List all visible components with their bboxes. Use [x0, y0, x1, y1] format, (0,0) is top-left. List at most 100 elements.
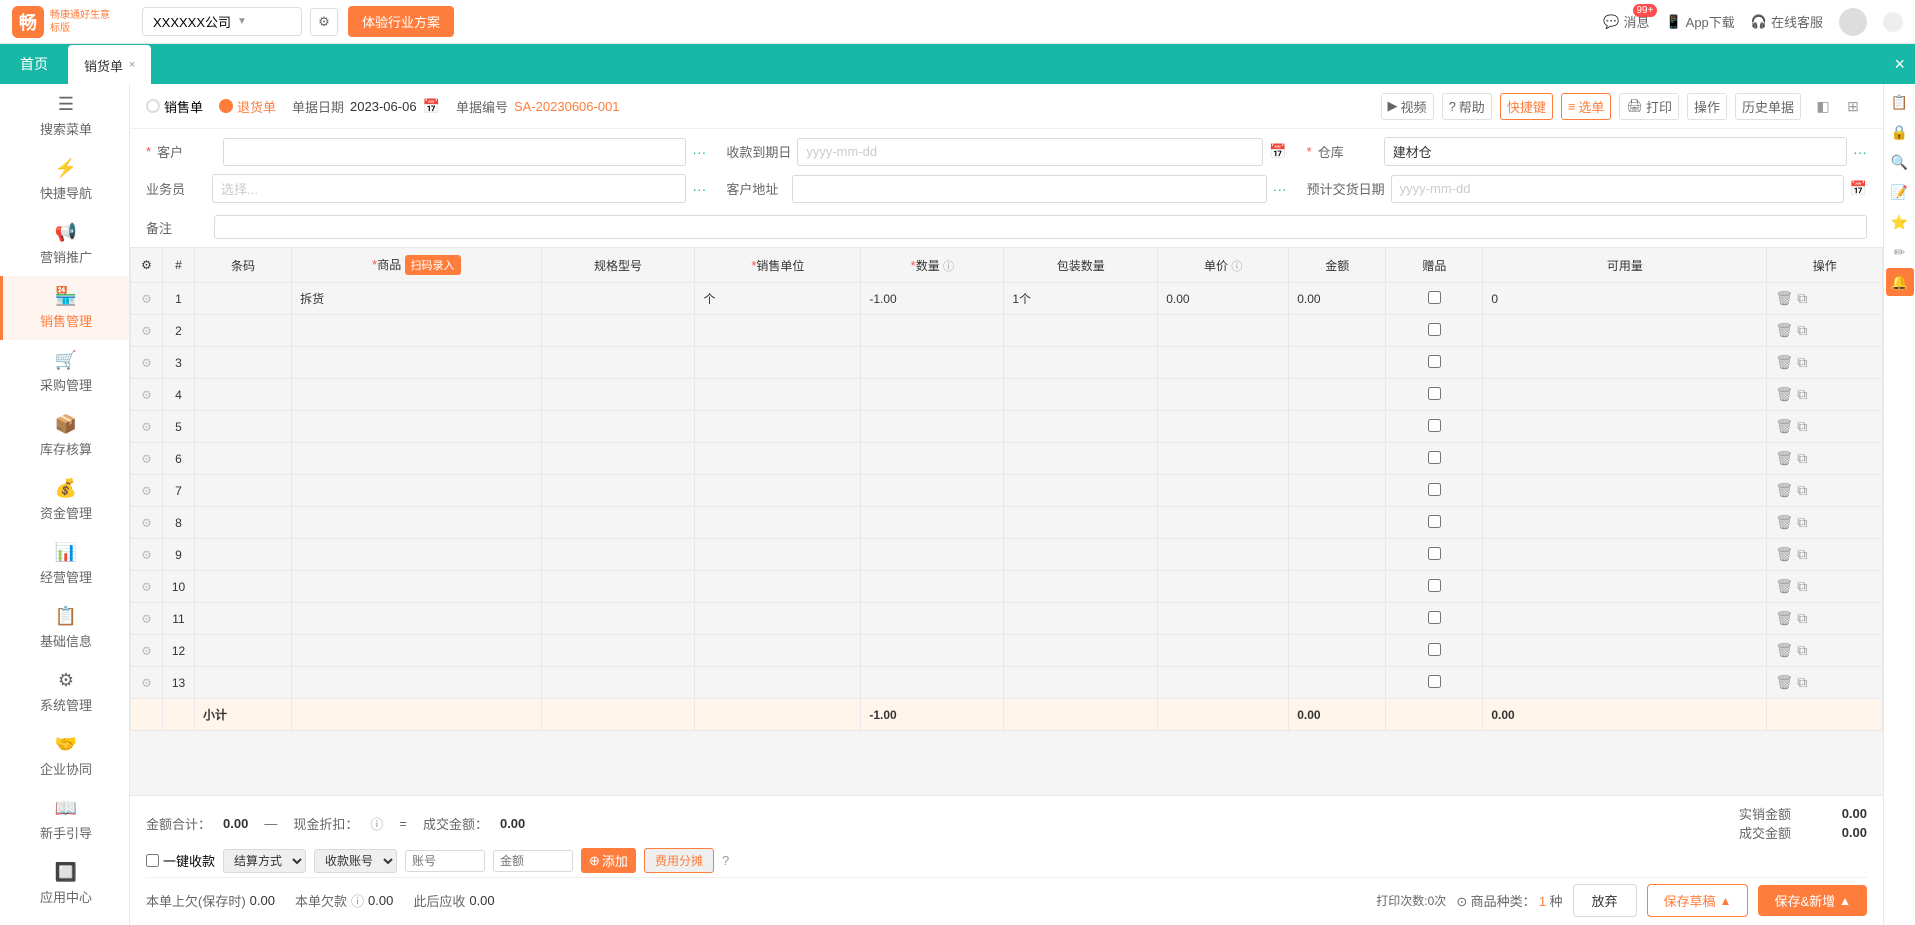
customer-more-icon[interactable]: ···	[692, 144, 706, 160]
row-spec[interactable]	[541, 635, 695, 667]
row-qty[interactable]	[861, 571, 1004, 603]
amount-input[interactable]	[493, 850, 573, 872]
sidebar-item-operations[interactable]: 📊 经营管理	[0, 532, 129, 596]
save-draft-button[interactable]: 保存草稿 ▲	[1647, 884, 1749, 917]
abandon-button[interactable]: 放弃	[1573, 884, 1637, 917]
row-barcode[interactable]	[195, 475, 292, 507]
row-settings[interactable]: ⚙	[131, 635, 163, 667]
row-spec[interactable]	[541, 475, 695, 507]
row-unit[interactable]	[695, 603, 861, 635]
row-spec[interactable]	[541, 571, 695, 603]
gift-checkbox[interactable]	[1428, 419, 1441, 432]
row-spec[interactable]	[541, 347, 695, 379]
row-barcode[interactable]	[195, 507, 292, 539]
row-amount[interactable]	[1289, 539, 1386, 571]
delete-icon[interactable]: 🗑	[1775, 610, 1793, 627]
gift-checkbox[interactable]	[1428, 515, 1441, 528]
payment-method-select[interactable]: 结算方式	[223, 849, 306, 873]
account-number-input[interactable]	[405, 850, 485, 872]
row-price[interactable]	[1158, 539, 1289, 571]
row-gift[interactable]	[1386, 283, 1483, 315]
copy-icon[interactable]: ⧉	[1797, 610, 1807, 627]
row-pkg-qty[interactable]	[1004, 443, 1158, 475]
row-spec[interactable]	[541, 507, 695, 539]
row-amount[interactable]	[1289, 507, 1386, 539]
note-input[interactable]	[214, 215, 1867, 239]
row-pkg-qty[interactable]: 1个	[1004, 283, 1158, 315]
row-spec[interactable]	[541, 603, 695, 635]
row-unit[interactable]	[695, 443, 861, 475]
copy-icon[interactable]: ⧉	[1797, 482, 1807, 499]
copy-icon[interactable]: ⧉	[1797, 450, 1807, 467]
row-amount[interactable]	[1289, 667, 1386, 699]
row-gift[interactable]	[1386, 411, 1483, 443]
sidebar-item-guide[interactable]: 📖 新手引导	[0, 788, 129, 852]
list-view-icon[interactable]: ◧	[1809, 92, 1837, 120]
rsp-lock-icon[interactable]: 🔒	[1886, 118, 1914, 146]
row-unit[interactable]	[695, 539, 861, 571]
grid-view-icon[interactable]: ⊞	[1839, 92, 1867, 120]
row-unit[interactable]	[695, 635, 861, 667]
row-gift[interactable]	[1386, 379, 1483, 411]
row-settings[interactable]: ⚙	[131, 347, 163, 379]
sidebar-item-finance[interactable]: 💰 资金管理	[0, 468, 129, 532]
tab-close-icon[interactable]: ×	[129, 59, 135, 71]
copy-icon[interactable]: ⧉	[1797, 386, 1807, 403]
row-unit[interactable]	[695, 347, 861, 379]
row-pkg-qty[interactable]	[1004, 507, 1158, 539]
row-qty[interactable]	[861, 411, 1004, 443]
row-unit[interactable]	[695, 315, 861, 347]
company-selector[interactable]: XXXXXX公司 ▼	[142, 7, 302, 36]
sidebar-item-app-center[interactable]: 🔲 应用中心	[0, 852, 129, 916]
row-unit[interactable]	[695, 667, 861, 699]
row-qty[interactable]	[861, 507, 1004, 539]
user-avatar-2[interactable]	[1883, 12, 1903, 32]
row-settings[interactable]: ⚙	[131, 667, 163, 699]
row-amount[interactable]	[1289, 347, 1386, 379]
row-amount[interactable]	[1289, 603, 1386, 635]
print-button[interactable]: 🖨 打印	[1619, 93, 1679, 120]
gift-checkbox[interactable]	[1428, 579, 1441, 592]
row-gift[interactable]	[1386, 443, 1483, 475]
row-qty[interactable]	[861, 635, 1004, 667]
row-qty[interactable]	[861, 539, 1004, 571]
copy-icon[interactable]: ⧉	[1797, 642, 1807, 659]
copy-icon[interactable]: ⧉	[1797, 354, 1807, 371]
row-product[interactable]	[292, 443, 542, 475]
sidebar-item-basic-info[interactable]: 📋 基础信息	[0, 596, 129, 660]
row-product[interactable]	[292, 635, 542, 667]
row-product[interactable]	[292, 475, 542, 507]
row-price[interactable]	[1158, 347, 1289, 379]
shortcut-button[interactable]: 快捷键	[1500, 93, 1553, 120]
rsp-star-icon[interactable]: ⭐	[1886, 208, 1914, 236]
row-barcode[interactable]	[195, 315, 292, 347]
cost-help-icon[interactable]: ?	[722, 853, 729, 868]
copy-icon[interactable]: ⧉	[1797, 290, 1807, 307]
row-spec[interactable]	[541, 667, 695, 699]
scan-btn[interactable]: 扫码录入	[405, 255, 461, 275]
one-click-pay-check[interactable]	[146, 854, 159, 867]
one-click-pay-checkbox[interactable]: 一键收款	[146, 851, 215, 870]
row-amount[interactable]	[1289, 635, 1386, 667]
tab-sales-order[interactable]: 销货单 ×	[68, 45, 151, 85]
row-settings[interactable]: ⚙	[131, 507, 163, 539]
rsp-bell-icon[interactable]: 🔔	[1886, 268, 1914, 296]
row-pkg-qty[interactable]	[1004, 347, 1158, 379]
row-price[interactable]	[1158, 507, 1289, 539]
delete-icon[interactable]: 🗑	[1775, 578, 1793, 595]
delete-icon[interactable]: 🗑	[1775, 354, 1793, 371]
operate-button[interactable]: 操作	[1687, 93, 1727, 120]
delete-icon[interactable]: 🗑	[1775, 546, 1793, 563]
row-qty[interactable]	[861, 603, 1004, 635]
delete-icon[interactable]: 🗑	[1775, 322, 1793, 339]
row-barcode[interactable]	[195, 667, 292, 699]
row-barcode[interactable]	[195, 603, 292, 635]
salesman-more-icon[interactable]: ···	[692, 181, 706, 197]
row-price[interactable]	[1158, 475, 1289, 507]
row-settings[interactable]: ⚙	[131, 315, 163, 347]
row-pkg-qty[interactable]	[1004, 315, 1158, 347]
row-price[interactable]	[1158, 443, 1289, 475]
row-price[interactable]	[1158, 411, 1289, 443]
gift-checkbox[interactable]	[1428, 611, 1441, 624]
row-price[interactable]: 0.00	[1158, 283, 1289, 315]
